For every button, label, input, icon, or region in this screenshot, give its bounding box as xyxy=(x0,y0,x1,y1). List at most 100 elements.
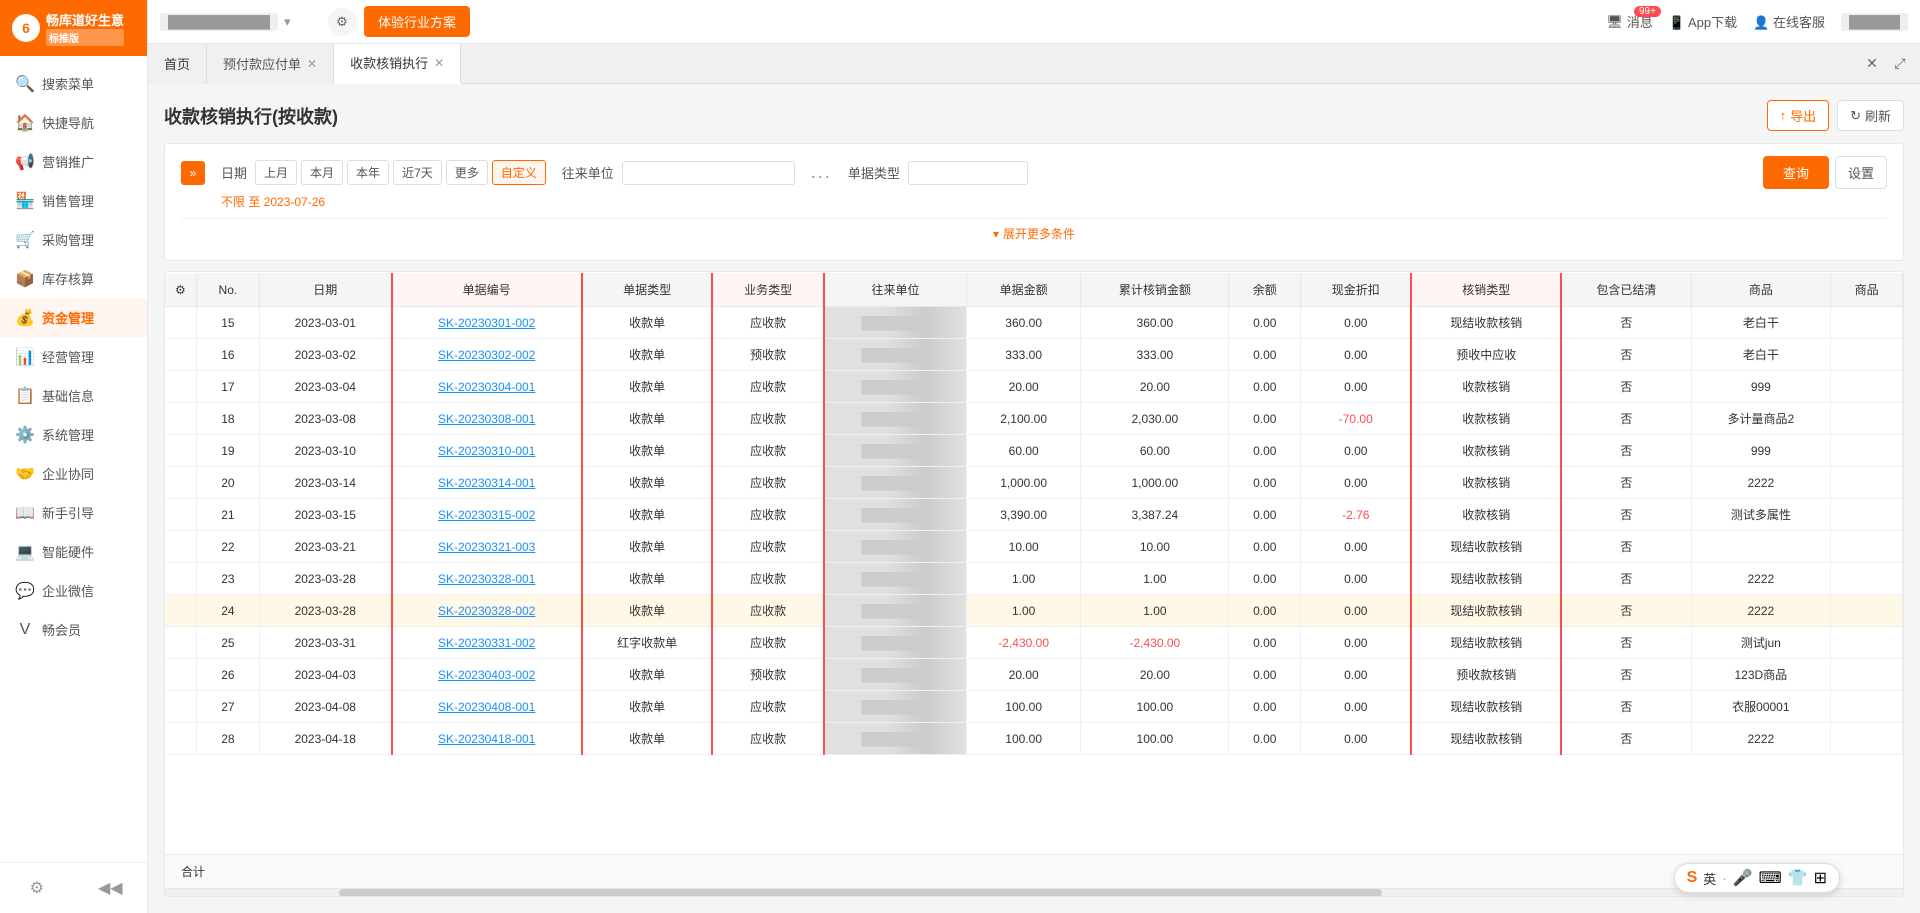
table-cell[interactable]: SK-20230315-002 xyxy=(392,499,582,531)
table-cell[interactable]: SK-20230418-001 xyxy=(392,723,582,755)
table-cell[interactable]: SK-20230308-001 xyxy=(392,403,582,435)
tab-advance-close-icon[interactable]: ✕ xyxy=(307,57,317,71)
table-cell: 应收款 xyxy=(712,563,824,595)
expand-more-button[interactable]: ▾ 展开更多条件 xyxy=(181,218,1887,248)
date-more[interactable]: 更多 xyxy=(446,160,488,185)
messages-button[interactable]: 🖥 消息 99+ xyxy=(1606,12,1653,31)
table-cell: 16 xyxy=(196,339,259,371)
table-cell[interactable]: SK-20230321-003 xyxy=(392,531,582,563)
table-cell[interactable]: SK-20230408-001 xyxy=(392,691,582,723)
table-row: 252023-03-31SK-20230331-002红字收款单应收款█████… xyxy=(165,627,1903,659)
table-cell xyxy=(165,371,196,403)
table-cell: 应收款 xyxy=(712,467,824,499)
sidebar-item-member[interactable]: V 畅会员 xyxy=(0,610,147,649)
tab-collection-close-icon[interactable]: ✕ xyxy=(434,56,444,70)
solution-button[interactable]: 体验行业方案 xyxy=(364,6,470,37)
table-cell: 收款单 xyxy=(582,467,713,499)
table-cell[interactable]: SK-20230301-002 xyxy=(392,307,582,339)
sidebar-item-collab[interactable]: 🤝 企业协同 xyxy=(0,454,147,493)
filter-expand-button[interactable]: » xyxy=(181,161,205,185)
table-cell: 17 xyxy=(196,371,259,403)
table-row: 272023-04-08SK-20230408-001收款单应收款███████… xyxy=(165,691,1903,723)
tab-home[interactable]: 首页 xyxy=(148,44,207,84)
date-7days[interactable]: 近7天 xyxy=(393,160,442,185)
date-option-buttons: 上月 本月 本年 近7天 更多 自定义 xyxy=(255,160,546,185)
sidebar-settings-icon[interactable]: ⚙ xyxy=(22,873,52,903)
topbar-gear-button[interactable]: ⚙ xyxy=(328,8,356,36)
table-cell: 2023-03-02 xyxy=(259,339,391,371)
table-cell: 应收款 xyxy=(712,595,824,627)
table-cell: 2222 xyxy=(1691,723,1831,755)
col-header-goods2: 商品 xyxy=(1831,273,1903,307)
scrollbar-thumb[interactable] xyxy=(339,889,1382,897)
table-cell: 收款核销 xyxy=(1411,371,1561,403)
col-header-no: No. xyxy=(196,273,259,307)
table-row: 202023-03-14SK-20230314-001收款单应收款███████… xyxy=(165,467,1903,499)
export-button[interactable]: ↑ 导出 xyxy=(1767,100,1830,131)
table-cell: 0.00 xyxy=(1301,627,1412,659)
tab-advance[interactable]: 预付款应付单 ✕ xyxy=(207,44,334,84)
sidebar-item-system[interactable]: ⚙️ 系统管理 xyxy=(0,415,147,454)
app-download-button[interactable]: 📱 App下载 xyxy=(1669,12,1737,31)
table-cell: 收款单 xyxy=(582,531,713,563)
table-cell: 2023-03-15 xyxy=(259,499,391,531)
sidebar-item-inventory[interactable]: 📦 库存核算 xyxy=(0,259,147,298)
sidebar-item-search[interactable]: 🔍 搜索菜单 xyxy=(0,64,147,103)
query-button[interactable]: 查询 xyxy=(1763,156,1829,189)
col-header-settings[interactable]: ⚙ xyxy=(165,273,196,307)
table-cell: 现结收款核销 xyxy=(1411,531,1561,563)
refresh-button[interactable]: ↻ 刷新 xyxy=(1837,100,1904,131)
partner-input[interactable] xyxy=(622,161,795,185)
date-this-month[interactable]: 本月 xyxy=(301,160,343,185)
table-cell: 0.00 xyxy=(1229,371,1301,403)
online-service-button[interactable]: 👤 在线客服 xyxy=(1753,12,1825,31)
sidebar-item-operations[interactable]: 📊 经营管理 xyxy=(0,337,147,376)
horizontal-scrollbar[interactable] xyxy=(165,888,1903,896)
sidebar-item-hardware[interactable]: 💻 智能硬件 xyxy=(0,532,147,571)
hardware-icon: 💻 xyxy=(16,543,34,561)
table-cell[interactable]: SK-20230328-002 xyxy=(392,595,582,627)
user-info[interactable]: ██████ xyxy=(1841,13,1908,31)
tab-close-all-button[interactable]: ✕ xyxy=(1860,52,1884,76)
table-cell[interactable]: SK-20230328-001 xyxy=(392,563,582,595)
ime-toolbar[interactable]: S 英 · 🎤 ⌨ 👕 ⊞ xyxy=(1674,863,1840,893)
date-last-month[interactable]: 上月 xyxy=(255,160,297,185)
table-cell: 27 xyxy=(196,691,259,723)
table-scroll-area[interactable]: ⚙ No. 日期 单据编号 单据类型 业务类型 往来单位 单据金额 累计核销金额… xyxy=(165,272,1903,854)
ime-mic-icon[interactable]: 🎤 xyxy=(1733,868,1753,888)
date-this-year[interactable]: 本年 xyxy=(347,160,389,185)
table-cell[interactable]: SK-20230403-002 xyxy=(392,659,582,691)
tab-collection[interactable]: 收款核销执行 ✕ xyxy=(334,44,461,84)
table-cell[interactable]: SK-20230310-001 xyxy=(392,435,582,467)
tab-fullscreen-button[interactable]: ⤢ xyxy=(1888,52,1912,76)
ime-keyboard-icon[interactable]: ⌨ xyxy=(1759,868,1782,888)
table-cell[interactable]: SK-20230331-002 xyxy=(392,627,582,659)
table-cell[interactable]: SK-20230304-001 xyxy=(392,371,582,403)
ime-brand-icon: S xyxy=(1687,869,1698,887)
sidebar-item-wechat[interactable]: 💬 企业微信 xyxy=(0,571,147,610)
sidebar-item-basics[interactable]: 📋 基础信息 xyxy=(0,376,147,415)
date-custom[interactable]: 自定义 xyxy=(492,160,546,185)
filter-settings-button[interactable]: 设置 xyxy=(1835,156,1887,189)
sidebar-item-sales[interactable]: 🏪 销售管理 xyxy=(0,181,147,220)
topbar-right: 🖥 消息 99+ 📱 App下载 👤 在线客服 ██████ xyxy=(1606,12,1908,31)
table-cell: 0.00 xyxy=(1229,499,1301,531)
sidebar-item-marketing[interactable]: 📢 营销推广 xyxy=(0,142,147,181)
table-cell[interactable]: SK-20230314-001 xyxy=(392,467,582,499)
table-cell: 999 xyxy=(1691,371,1831,403)
table-cell[interactable]: SK-20230302-002 xyxy=(392,339,582,371)
sidebar-item-purchase[interactable]: 🛒 采购管理 xyxy=(0,220,147,259)
sidebar-item-quicknav[interactable]: 🏠 快捷导航 xyxy=(0,103,147,142)
sidebar-item-guide[interactable]: 📖 新手引导 xyxy=(0,493,147,532)
ime-lang-button[interactable]: 英 xyxy=(1703,869,1716,888)
doc-type-select[interactable] xyxy=(908,161,1028,185)
sidebar-collapse-icon[interactable]: ◀◀ xyxy=(95,873,125,903)
ime-shirt-icon[interactable]: 👕 xyxy=(1788,868,1808,888)
table-cell: 2023-03-01 xyxy=(259,307,391,339)
basics-icon: 📋 xyxy=(16,387,34,405)
sidebar-item-finance[interactable]: 💰 资金管理 xyxy=(0,298,147,337)
app-icon: 📱 xyxy=(1669,15,1685,30)
table-cell xyxy=(165,307,196,339)
column-settings-icon[interactable]: ⚙ xyxy=(175,283,186,297)
ime-apps-icon[interactable]: ⊞ xyxy=(1814,868,1827,888)
